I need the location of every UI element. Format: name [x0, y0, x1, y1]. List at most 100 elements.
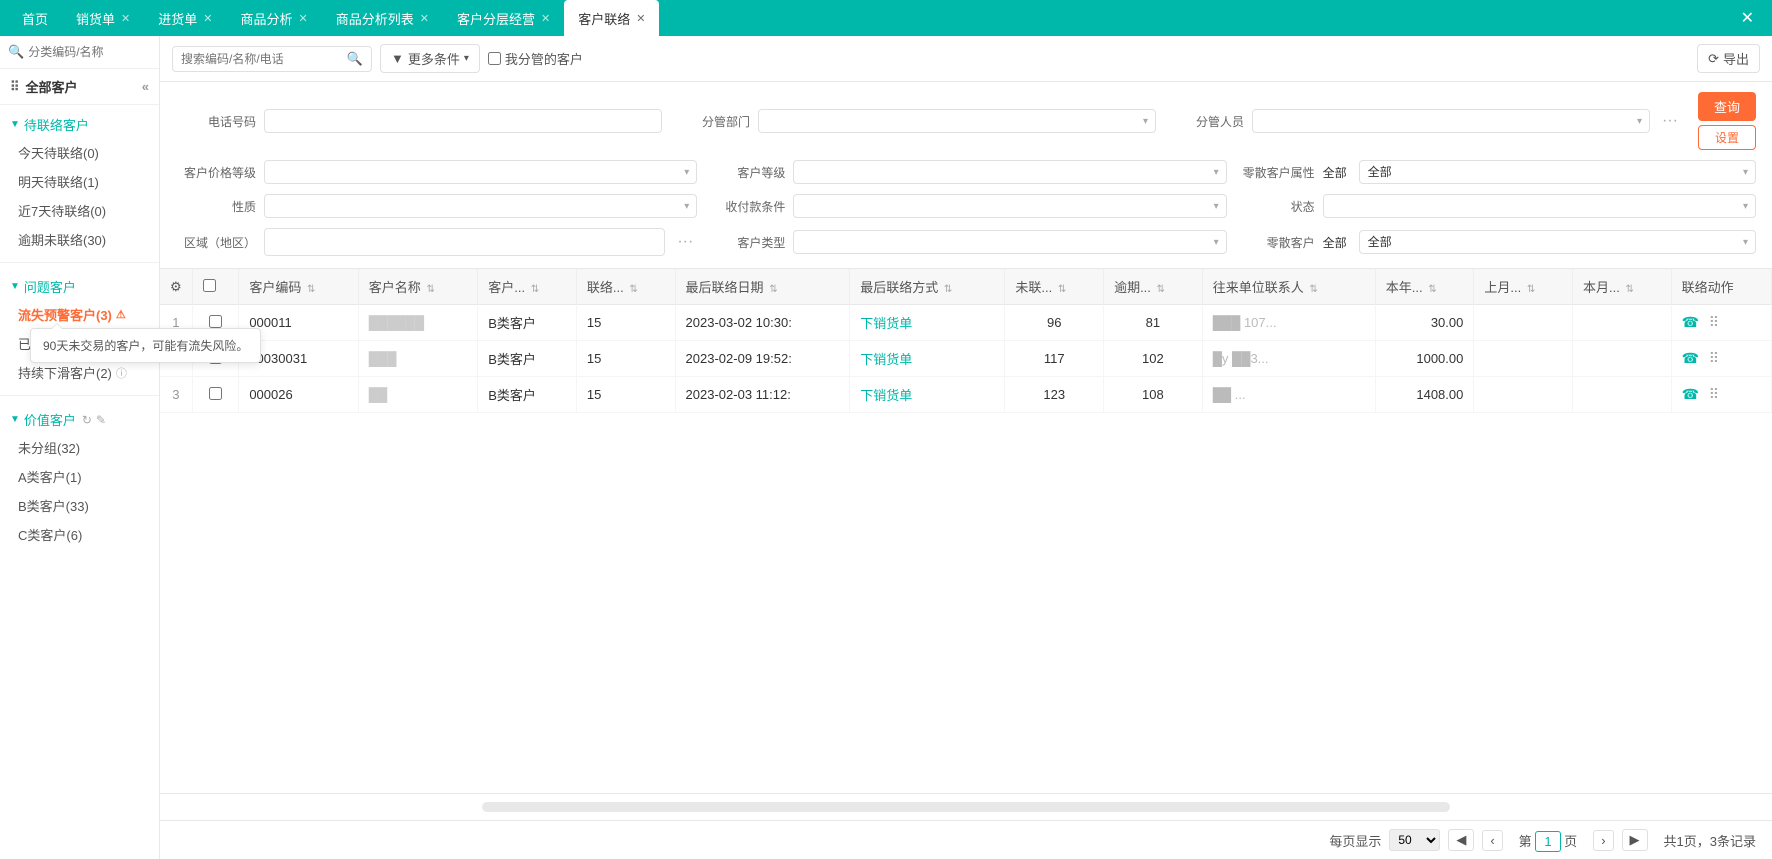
refresh-value-icon[interactable]: ↻ [82, 413, 92, 427]
sidebar-item-today[interactable]: 今天待联络(0) [0, 138, 159, 167]
close-analysis-list-icon[interactable]: ✕ [420, 12, 429, 25]
nav-customer-link[interactable]: 客户联络 ✕ [564, 0, 659, 36]
filter-payment-select[interactable] [793, 194, 1226, 218]
filter-dept-select[interactable] [758, 109, 1156, 133]
th-customer-type[interactable]: 客户... ⇅ [478, 269, 577, 305]
sidebar-item-churn-warning[interactable]: 流失预警客户(3) ⚠ [0, 300, 159, 329]
triangle-problem-icon: ▼ [10, 281, 20, 292]
th-last-method[interactable]: 最后联络方式 ⇅ [850, 269, 1005, 305]
th-name[interactable]: 客户名称 ⇅ [358, 269, 477, 305]
action-more-icon-0[interactable]: ⠿ [1709, 314, 1719, 330]
my-customers-checkbox-label[interactable]: 我分管的客户 [488, 49, 583, 68]
th-unit-contact[interactable]: 往来单位联系人 ⇅ [1202, 269, 1375, 305]
row-method-0[interactable]: 下销货单 [850, 305, 1005, 341]
query-btn[interactable]: 查询 [1698, 92, 1756, 121]
filter-area: 电话号码 分管部门 ▾ 分管人员 [160, 82, 1772, 269]
th-last-month[interactable]: 上月... ⇅ [1474, 269, 1573, 305]
sidebar-item-overdue[interactable]: 逾期未联络(30) [0, 225, 159, 254]
filter-customer-grade-select[interactable] [793, 160, 1226, 184]
filter-person-select[interactable] [1252, 109, 1650, 133]
sidebar-group-pending[interactable]: ▼ 待联络客户 [0, 109, 159, 138]
row-method-2[interactable]: 下销货单 [850, 377, 1005, 413]
filter-region-input[interactable] [264, 228, 665, 256]
nav-analysis[interactable]: 商品分析 ✕ [226, 0, 321, 36]
filter-retail-attr-select[interactable]: 全部 [1359, 160, 1756, 184]
filter-gender-select[interactable] [264, 194, 697, 218]
first-page-btn[interactable]: ◀ [1448, 829, 1474, 851]
action-contact-icon-0[interactable]: ☎ [1682, 314, 1699, 330]
th-contact[interactable]: 联络... ⇅ [576, 269, 675, 305]
settings-icon[interactable]: ⚙ [170, 279, 182, 294]
close-purchase-icon[interactable]: ✕ [203, 12, 212, 25]
filter-retail-select[interactable]: 全部 [1359, 230, 1756, 254]
sidebar-group-problem[interactable]: ▼ 问题客户 [0, 271, 159, 300]
sort-unit-icon: ⇅ [1309, 284, 1317, 295]
action-more-icon-2[interactable]: ⠿ [1709, 386, 1719, 402]
sidebar-item-c-class[interactable]: C类客户(6) [0, 520, 159, 549]
sidebar-item-ungrouped[interactable]: 未分组(32) [0, 433, 159, 462]
nav-purchase[interactable]: 进货单 ✕ [144, 0, 226, 36]
row-year-2: 1408.00 [1375, 377, 1474, 413]
search-input[interactable] [181, 52, 347, 66]
action-contact-icon-1[interactable]: ☎ [1682, 350, 1699, 366]
th-last-date[interactable]: 最后联络日期 ⇅ [675, 269, 850, 305]
search-button-icon[interactable]: 🔍 [347, 51, 363, 67]
prev-page-btn[interactable]: ‹ [1482, 830, 1502, 851]
nav-home[interactable]: 首页 [8, 0, 62, 36]
sidebar-search-input[interactable] [28, 45, 151, 59]
filter-customer-type-select[interactable] [793, 230, 1226, 254]
hscroll-bar[interactable] [482, 802, 1449, 812]
nav-customer-tier[interactable]: 客户分层经营 ✕ [443, 0, 564, 36]
export-btn[interactable]: ⟳ 导出 [1697, 44, 1760, 73]
next-page-btn[interactable]: › [1593, 830, 1613, 851]
window-close-icon[interactable]: ✕ [1731, 8, 1764, 28]
filter-status-select[interactable] [1323, 194, 1756, 218]
sidebar-item-tomorrow[interactable]: 明天待联络(1) [0, 167, 159, 196]
nav-analysis-list[interactable]: 商品分析列表 ✕ [322, 0, 443, 36]
sidebar-all-customers[interactable]: ⠿ 全部客户 « [0, 69, 159, 105]
current-page-display: 第 1 页 [1511, 831, 1586, 850]
close-analysis-icon[interactable]: ✕ [299, 12, 308, 25]
filter-region-more-icon[interactable]: ··· [673, 233, 697, 251]
sidebar-group-value[interactable]: ▼ 价值客户 ↻ ✎ [0, 404, 159, 433]
per-page-select[interactable]: 50 100 [1389, 829, 1440, 851]
th-current-year[interactable]: 本年... ⇅ [1375, 269, 1474, 305]
sidebar-item-week[interactable]: 近7天待联络(0) [0, 196, 159, 225]
close-sales-icon[interactable]: ✕ [121, 12, 130, 25]
filter-customer-type-label: 客户类型 [705, 234, 785, 251]
sort-cm-icon: ⇅ [1625, 284, 1633, 295]
row-type-0: B类客户 [478, 305, 577, 341]
th-overdue[interactable]: 逾期... ⇅ [1104, 269, 1203, 305]
action-more-icon-1[interactable]: ⠿ [1709, 350, 1719, 366]
more-conditions-btn[interactable]: ▼ 更多条件 ▾ [380, 44, 480, 73]
action-contact-icon-2[interactable]: ☎ [1682, 386, 1699, 402]
filter-customer-type-field: 客户类型 ▾ [705, 230, 1226, 254]
th-uncontacted[interactable]: 未联... ⇅ [1005, 269, 1104, 305]
sort-contact-icon: ⇅ [629, 284, 637, 295]
row-overdue-0: 81 [1104, 305, 1203, 341]
filter-price-grade-label: 客户价格等级 [176, 164, 256, 181]
edit-value-icon[interactable]: ✎ [96, 413, 106, 427]
th-code[interactable]: 客户编码 ⇅ [239, 269, 358, 305]
sidebar-item-b-class[interactable]: B类客户(33) [0, 491, 159, 520]
th-settings[interactable]: ⚙ [160, 269, 192, 305]
row-method-1[interactable]: 下销货单 [850, 341, 1005, 377]
filter-price-grade-select[interactable] [264, 160, 697, 184]
nav-sales[interactable]: 销货单 ✕ [62, 0, 144, 36]
warning-icon: ⚠ [116, 308, 126, 321]
th-current-month[interactable]: 本月... ⇅ [1573, 269, 1672, 305]
filter-region-field: 区域（地区） ··· [176, 228, 697, 256]
close-customer-tier-icon[interactable]: ✕ [541, 12, 550, 25]
row-checkbox-2[interactable] [192, 377, 239, 413]
collapse-icon[interactable]: « [142, 79, 149, 94]
close-customer-link-icon[interactable]: ✕ [636, 12, 645, 25]
sidebar-item-a-class[interactable]: A类客户(1) [0, 462, 159, 491]
my-customers-checkbox[interactable] [488, 52, 501, 65]
select-all-checkbox[interactable] [203, 279, 216, 292]
last-page-btn[interactable]: ▶ [1622, 829, 1648, 851]
filter-more-btn-1[interactable]: ··· [1658, 112, 1682, 130]
table-header-row: ⚙ 客户编码 ⇅ 客户名称 ⇅ [160, 269, 1772, 305]
filter-phone-input[interactable] [264, 109, 662, 133]
th-checkbox[interactable] [192, 269, 239, 305]
settings-btn[interactable]: 设置 [1698, 125, 1756, 150]
